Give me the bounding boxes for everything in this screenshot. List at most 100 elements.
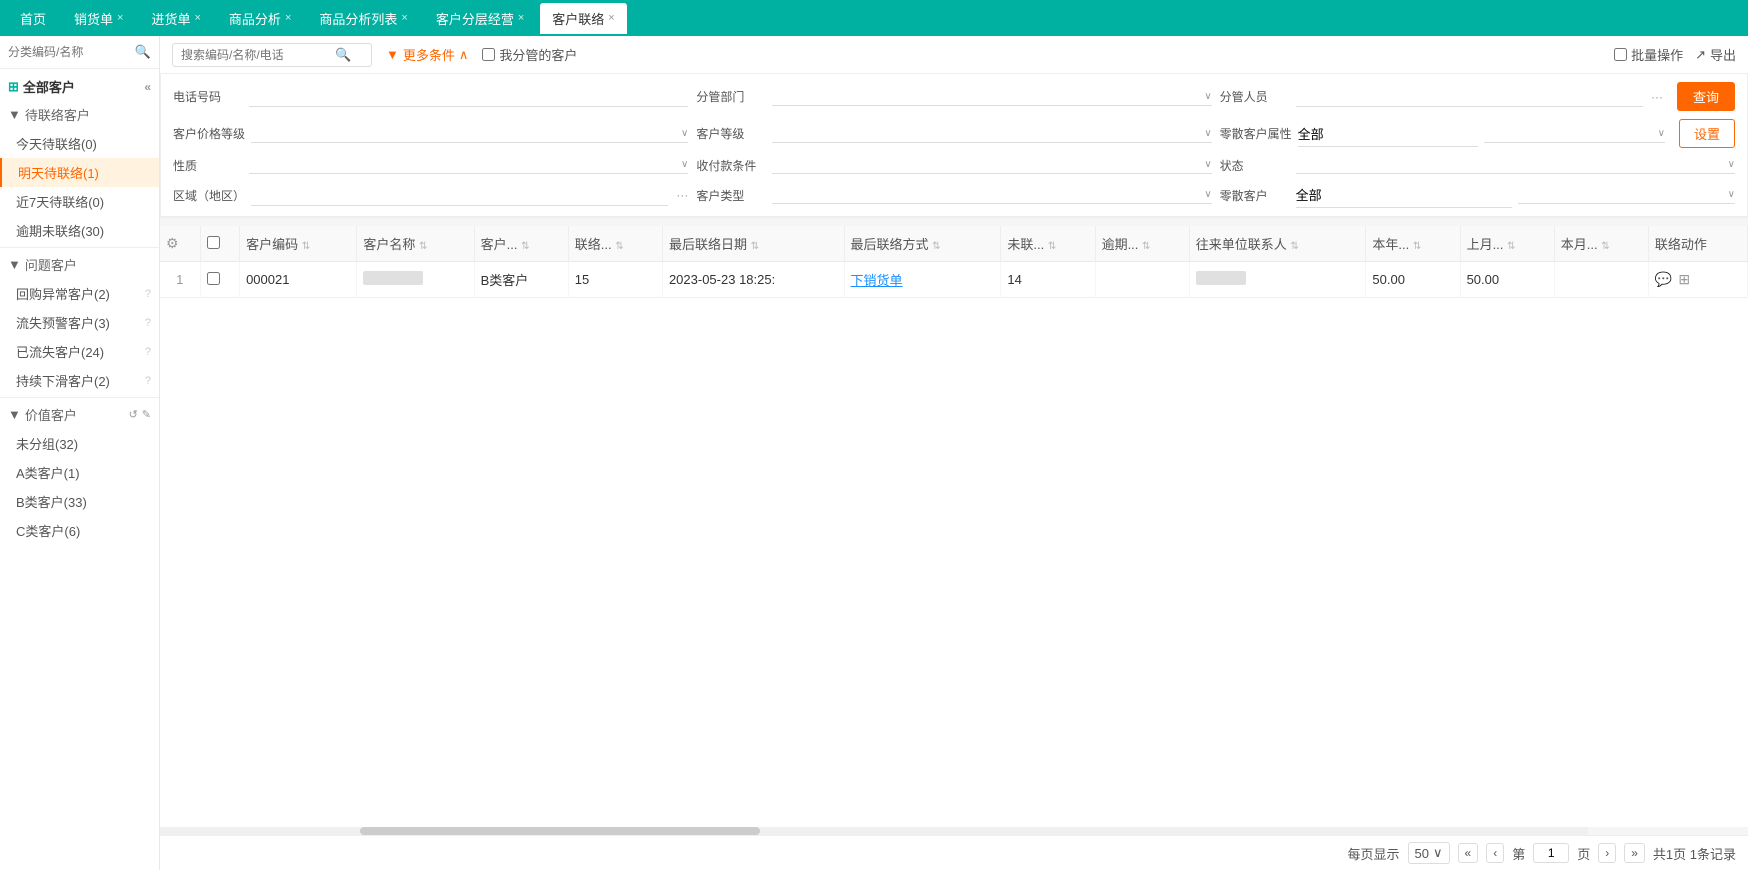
filter-select-retail-val[interactable]: ∨: [1518, 186, 1735, 204]
next-page-btn[interactable]: ›: [1598, 843, 1616, 863]
col-this-month[interactable]: 本月... ⇅: [1554, 226, 1648, 262]
col-contact-person[interactable]: 往来单位联系人 ⇅: [1189, 226, 1366, 262]
sidebar-search-icon[interactable]: 🔍: [135, 44, 151, 60]
sidebar-item-tomorrow-contact[interactable]: 明天待联络(1): [0, 158, 159, 187]
nav-close-product-analysis[interactable]: ×: [285, 12, 291, 24]
sort-icon-type: ⇅: [521, 241, 529, 252]
filter-input-manager[interactable]: ···: [1296, 86, 1663, 107]
table-gear-icon[interactable]: ⚙: [166, 235, 179, 251]
sidebar-search-input[interactable]: [8, 45, 131, 59]
sidebar-item-7days-contact[interactable]: 近7天待联络(0): [0, 187, 159, 216]
sidebar-item-class-a[interactable]: A类客户(1): [0, 458, 159, 487]
filter-select-nature[interactable]: ∨: [249, 156, 688, 174]
dots-btn-region[interactable]: ···: [676, 188, 688, 202]
sidebar-search-box[interactable]: 🔍: [0, 36, 159, 69]
contact-method-link[interactable]: 下销货单: [851, 273, 903, 288]
page-size-select[interactable]: 50 ∨: [1408, 842, 1450, 864]
input-region[interactable]: [251, 185, 668, 206]
filter-select-retail[interactable]: 全部: [1296, 182, 1513, 208]
nav-customer-contact[interactable]: 客户联络 ×: [540, 3, 626, 34]
col-checkbox[interactable]: [200, 226, 240, 262]
filter-select-price-grade[interactable]: ∨: [251, 125, 688, 143]
group-pending-contact[interactable]: ▼ 待联络客户: [0, 100, 159, 129]
export-btn[interactable]: ↗ 导出: [1695, 45, 1736, 64]
nav-close-customer-tier[interactable]: ×: [518, 12, 524, 24]
prev-page-btn[interactable]: ‹: [1486, 843, 1504, 863]
filter-select-retail-attr[interactable]: 全部: [1298, 121, 1479, 147]
my-customers-check[interactable]: [482, 48, 495, 61]
col-contact-count[interactable]: 联络... ⇅: [568, 226, 662, 262]
top-navigation: 首页 销货单 × 进货单 × 商品分析 × 商品分析列表 × 客户分层经营 × …: [0, 0, 1748, 36]
filter-input-region[interactable]: ···: [251, 185, 688, 206]
col-customer-type[interactable]: 客户... ⇅: [474, 226, 568, 262]
nav-purchase-order[interactable]: 进货单 ×: [139, 3, 212, 34]
filter-select-retail-attr-val[interactable]: ∨: [1484, 125, 1665, 143]
batch-checkbox[interactable]: [1614, 48, 1627, 61]
input-manager[interactable]: [1296, 86, 1643, 107]
nav-close-product-list[interactable]: ×: [401, 12, 407, 24]
first-page-btn[interactable]: «: [1458, 843, 1479, 863]
refresh-icon[interactable]: ↺: [129, 408, 138, 421]
cell-checkbox[interactable]: [200, 262, 240, 298]
nav-close-customer-contact[interactable]: ×: [608, 12, 614, 24]
horizontal-scrollbar[interactable]: [160, 827, 1588, 835]
col-customer-name[interactable]: 客户名称 ⇅: [357, 226, 474, 262]
all-customers-section: ⊞ 全部客户 «: [0, 69, 159, 100]
sidebar-item-class-b[interactable]: B类客户(33): [0, 487, 159, 516]
group-value-customers[interactable]: ▼ 价值客户 ↺ ✎: [0, 400, 159, 429]
col-settings[interactable]: ⚙: [160, 226, 200, 262]
nav-close-sales[interactable]: ×: [117, 12, 123, 24]
filter-select-customer-grade[interactable]: ∨: [772, 125, 1211, 143]
filter-label-region: 区域（地区）: [173, 187, 245, 204]
scrollbar-thumb[interactable]: [360, 827, 760, 835]
last-page-btn[interactable]: »: [1624, 843, 1645, 863]
sidebar-item-ungrouped[interactable]: 未分组(32): [0, 429, 159, 458]
search-box[interactable]: 🔍: [172, 43, 372, 67]
nav-product-analysis-list[interactable]: 商品分析列表 ×: [307, 3, 419, 34]
sidebar-item-repurchase-abnormal[interactable]: 回购异常客户(2) ?: [0, 279, 159, 308]
sidebar-item-overdue-contact[interactable]: 逾期未联络(30): [0, 216, 159, 245]
row-checkbox[interactable]: [207, 272, 220, 285]
pagination: 每页显示 50 ∨ « ‹ 第 页 › » 共1页 1条记录: [160, 835, 1748, 870]
batch-action-btn[interactable]: 批量操作: [1614, 45, 1683, 64]
cell-action[interactable]: 💬 ⊞: [1648, 262, 1747, 298]
sidebar-item-class-c[interactable]: C类客户(6): [0, 516, 159, 545]
query-button[interactable]: 查询: [1677, 82, 1735, 111]
nav-sales-order[interactable]: 销货单 ×: [62, 3, 135, 34]
col-this-year[interactable]: 本年... ⇅: [1366, 226, 1460, 262]
cell-name[interactable]: [357, 262, 474, 298]
sidebar-collapse-btn[interactable]: «: [144, 80, 151, 94]
group-problem-customers[interactable]: ▼ 问题客户: [0, 250, 159, 279]
col-last-month[interactable]: 上月... ⇅: [1460, 226, 1554, 262]
filter-input-phone[interactable]: [249, 86, 688, 107]
col-overdue[interactable]: 逾期... ⇅: [1095, 226, 1189, 262]
setting-button[interactable]: 设置: [1679, 119, 1735, 148]
nav-home[interactable]: 首页: [8, 3, 58, 34]
qr-icon[interactable]: ⊞: [1678, 271, 1690, 288]
col-uncontacted[interactable]: 未联... ⇅: [1001, 226, 1095, 262]
page-input[interactable]: [1533, 843, 1569, 863]
sidebar-item-today-contact[interactable]: 今天待联络(0): [0, 129, 159, 158]
filter-select-payment[interactable]: ∨: [772, 156, 1211, 174]
col-last-method[interactable]: 最后联络方式 ⇅: [844, 226, 1001, 262]
filter-select-customer-type[interactable]: ∨: [772, 186, 1211, 204]
select-all-checkbox[interactable]: [207, 236, 220, 249]
nav-customer-tier[interactable]: 客户分层经营 ×: [424, 3, 536, 34]
sidebar-item-churn-warning[interactable]: 流失预警客户(3) ?: [0, 308, 159, 337]
edit-icon[interactable]: ✎: [142, 408, 151, 421]
filter-select-dept[interactable]: ∨: [772, 88, 1211, 106]
col-last-date[interactable]: 最后联络日期 ⇅: [662, 226, 844, 262]
search-input[interactable]: [181, 48, 331, 62]
sidebar-item-declining[interactable]: 持续下滑客户(2) ?: [0, 366, 159, 395]
cell-last-method[interactable]: 下销货单: [844, 262, 1001, 298]
nav-close-purchase[interactable]: ×: [194, 12, 200, 24]
dots-btn-manager[interactable]: ···: [1651, 90, 1663, 104]
sidebar-item-churned[interactable]: 已流失客户(24) ?: [0, 337, 159, 366]
contact-icon[interactable]: 💬: [1655, 271, 1672, 288]
filter-select-status[interactable]: ∨: [1296, 156, 1735, 174]
search-icon[interactable]: 🔍: [335, 47, 351, 63]
my-customers-checkbox[interactable]: 我分管的客户: [482, 45, 577, 64]
filter-more-btn[interactable]: ▼ 更多条件 ∧: [380, 42, 474, 67]
nav-product-analysis[interactable]: 商品分析 ×: [217, 3, 303, 34]
col-customer-code[interactable]: 客户编码 ⇅: [240, 226, 357, 262]
